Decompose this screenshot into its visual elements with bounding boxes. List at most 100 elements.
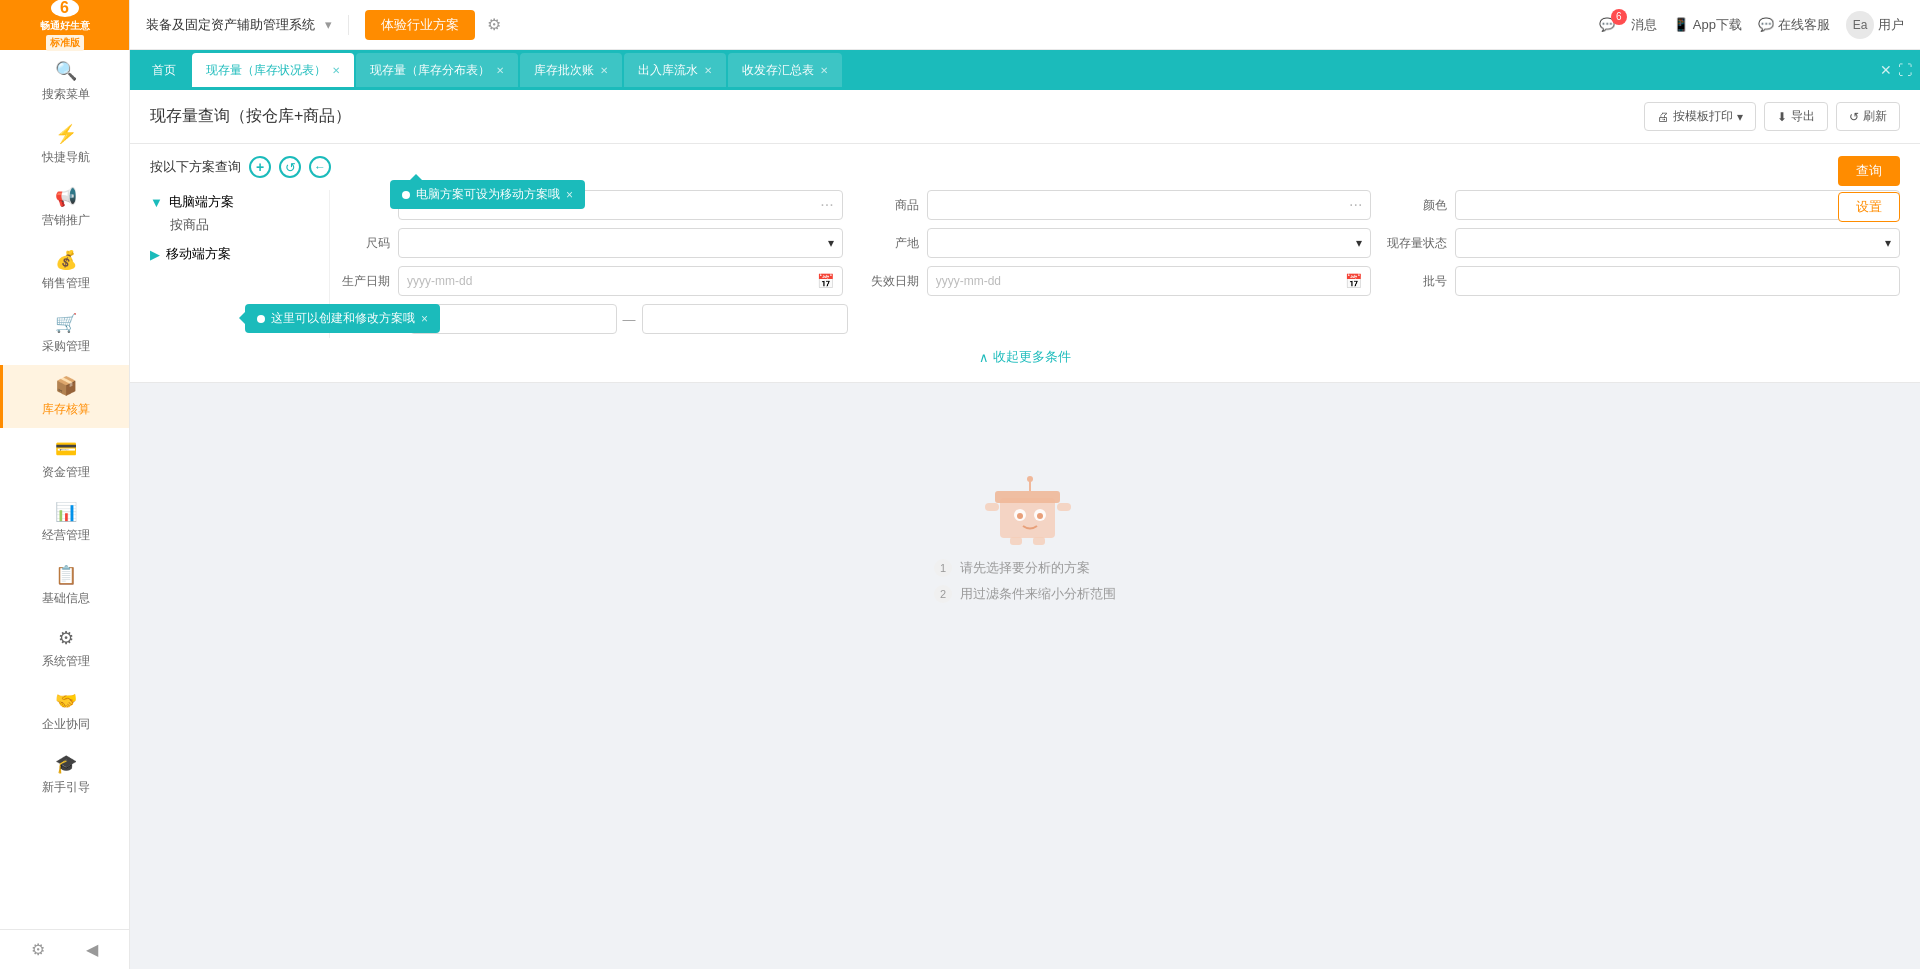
settings-icon[interactable]: ⚙: [487, 15, 501, 34]
filter-color: 颜色 ▾: [1387, 190, 1900, 220]
filter-goods: 商品 ···: [859, 190, 1372, 220]
svg-point-9: [1027, 476, 1033, 482]
sidebar-item-inventory[interactable]: 📦 库存核算: [0, 365, 129, 428]
sidebar-item-finance[interactable]: 💳 资金管理: [0, 428, 129, 491]
system-name-container: 装备及固定资产辅助管理系统 ▾: [146, 16, 332, 34]
sidebar-label-enterprise: 企业协同: [42, 716, 90, 733]
support-btn[interactable]: 💬 在线客服: [1758, 16, 1830, 34]
desktop-scheme-child-1[interactable]: 按商品: [170, 214, 317, 236]
sidebar-item-guide[interactable]: 🎓 新手引导: [0, 743, 129, 806]
tab-inventory-dist-close[interactable]: ✕: [496, 65, 504, 76]
svg-point-4: [1017, 513, 1023, 519]
collapse-arrow-icon: ∧: [979, 350, 989, 365]
desktop-scheme-item[interactable]: ▼ 电脑端方案: [150, 190, 317, 214]
color-select[interactable]: ▾: [1455, 190, 1900, 220]
tab-batch-ledger-close[interactable]: ✕: [600, 65, 608, 76]
svg-rect-10: [1010, 537, 1022, 545]
inventory-icon: 📦: [55, 375, 77, 397]
purchase-icon: 🛒: [55, 312, 77, 334]
filter-sync-btn[interactable]: ↺: [279, 156, 301, 178]
solution-button[interactable]: 体验行业方案: [365, 10, 475, 40]
sidebar-settings-btn[interactable]: ⚙: [31, 940, 45, 959]
svg-rect-7: [1057, 503, 1071, 511]
sidebar-item-enterprise[interactable]: 🤝 企业协同: [0, 680, 129, 743]
sidebar-item-sales[interactable]: 💰 销售管理: [0, 239, 129, 302]
stock-status-select[interactable]: ▾: [1455, 228, 1900, 258]
origin-select[interactable]: ▾: [927, 228, 1372, 258]
filter-origin: 产地 ▾: [859, 228, 1372, 258]
goods-select[interactable]: ···: [927, 190, 1372, 220]
refresh-btn[interactable]: ↺ 刷新: [1836, 102, 1900, 131]
stock-main-min-input[interactable]: [410, 304, 617, 334]
sidebar-item-operations[interactable]: 📊 经营管理: [0, 491, 129, 554]
sidebar-item-purchase[interactable]: 🛒 采购管理: [0, 302, 129, 365]
operations-icon: 📊: [55, 501, 77, 523]
tooltip-text-1: 电脑方案可设为移动方案哦: [416, 186, 560, 203]
sidebar-collapse-btn[interactable]: ◀: [86, 940, 98, 959]
hint-text-2: 用过滤条件来缩小分析范围: [960, 585, 1116, 603]
expire-date-label: 失效日期: [859, 273, 919, 290]
tabs-bar: 首页 现存量（库存状况表） ✕ 现存量（库存分布表） ✕ 库存批次账 ✕ 出入库…: [130, 50, 1920, 90]
tab-inventory-dist[interactable]: 现存量（库存分布表） ✕: [356, 53, 518, 87]
empty-illustration: [985, 463, 1075, 553]
tooltip1-close-btn[interactable]: ×: [566, 188, 573, 202]
sidebar-label-finance: 资金管理: [42, 464, 90, 481]
stock-main-max-input[interactable]: [642, 304, 849, 334]
expire-date-calendar-icon: 📅: [1345, 273, 1362, 289]
tooltip2-close-btn[interactable]: ×: [421, 312, 428, 326]
collapse-filters-btn[interactable]: ∧ 收起更多条件: [979, 348, 1071, 366]
filter-add-scheme-btn[interactable]: +: [249, 156, 271, 178]
sidebar-label-sales: 销售管理: [42, 275, 90, 292]
filter-label: 按以下方案查询: [150, 158, 241, 176]
tab-collect-summary[interactable]: 收发存汇总表 ✕: [728, 53, 842, 87]
messages-btn[interactable]: 💬 6 消息: [1599, 16, 1657, 34]
search-btn[interactable]: 查询: [1838, 156, 1900, 186]
origin-label: 产地: [859, 235, 919, 252]
filter-arrow-btn[interactable]: ←: [309, 156, 331, 178]
tab-in-out-flow-label: 出入库流水: [638, 62, 698, 79]
mobile-scheme-item[interactable]: ▶ 移动端方案: [150, 242, 317, 266]
system-dropdown-icon: ▾: [325, 17, 332, 32]
tab-inventory-dist-label: 现存量（库存分布表）: [370, 62, 490, 79]
sidebar-item-search-menu[interactable]: 🔍 搜索菜单: [0, 50, 129, 113]
sidebar-item-quick-nav[interactable]: ⚡ 快捷导航: [0, 113, 129, 176]
export-btn[interactable]: ⬇ 导出: [1764, 102, 1828, 131]
sidebar-label-search-menu: 搜索菜单: [42, 86, 90, 103]
tab-home[interactable]: 首页: [138, 53, 190, 87]
mobile-arrow-icon: ▶: [150, 247, 160, 262]
search-reset-group: 查询 设置: [1838, 156, 1900, 222]
tooltip2-dot: [257, 315, 265, 323]
filter-size: 尺码 ▾: [330, 228, 843, 258]
sidebar-item-base-info[interactable]: 📋 基础信息: [0, 554, 129, 617]
print-template-btn[interactable]: 🖨 按模板打印 ▾: [1644, 102, 1756, 131]
tab-inventory-status-close[interactable]: ✕: [332, 65, 340, 76]
sidebar-item-system[interactable]: ⚙ 系统管理: [0, 617, 129, 680]
produce-date-input[interactable]: yyyy-mm-dd 📅: [398, 266, 843, 296]
app-download-btn[interactable]: 📱 App下载: [1673, 16, 1742, 34]
tabs-expand-btn[interactable]: ⛶: [1898, 62, 1912, 78]
tab-in-out-flow-close[interactable]: ✕: [704, 65, 712, 76]
sidebar-label-system: 系统管理: [42, 653, 90, 670]
tab-batch-ledger[interactable]: 库存批次账 ✕: [520, 53, 622, 87]
reset-btn[interactable]: 设置: [1838, 192, 1900, 222]
app-logo: 6 畅通好生意 标准版: [0, 0, 129, 50]
sales-icon: 💰: [55, 249, 77, 271]
size-select[interactable]: ▾: [398, 228, 843, 258]
tab-in-out-flow[interactable]: 出入库流水 ✕: [624, 53, 726, 87]
filter-row-3: 生产日期 yyyy-mm-dd 📅 失效日期 yyyy-mm-dd 📅: [330, 266, 1900, 296]
stock-status-dropdown-icon: ▾: [1885, 236, 1891, 250]
goods-dots: ···: [1349, 196, 1362, 214]
tab-inventory-status[interactable]: 现存量（库存状况表） ✕: [192, 53, 354, 87]
sidebar: 6 畅通好生意 标准版 🔍 搜索菜单 ⚡ 快捷导航 📢 营销推广 💰 销售管理 …: [0, 0, 130, 969]
sidebar-nav: 🔍 搜索菜单 ⚡ 快捷导航 📢 营销推广 💰 销售管理 🛒 采购管理 📦 库存核…: [0, 50, 129, 929]
tab-collect-summary-close[interactable]: ✕: [820, 65, 828, 76]
sidebar-item-marketing[interactable]: 📢 营销推广: [0, 176, 129, 239]
user-menu-btn[interactable]: Ea 用户: [1846, 11, 1904, 39]
marketing-icon: 📢: [55, 186, 77, 208]
tooltip-dot: [402, 191, 410, 199]
svg-point-5: [1037, 513, 1043, 519]
batch-input[interactable]: [1455, 266, 1900, 296]
expire-date-input[interactable]: yyyy-mm-dd 📅: [927, 266, 1372, 296]
origin-dropdown-icon: ▾: [1356, 236, 1362, 250]
tabs-close-all-btn[interactable]: ✕: [1880, 62, 1892, 78]
